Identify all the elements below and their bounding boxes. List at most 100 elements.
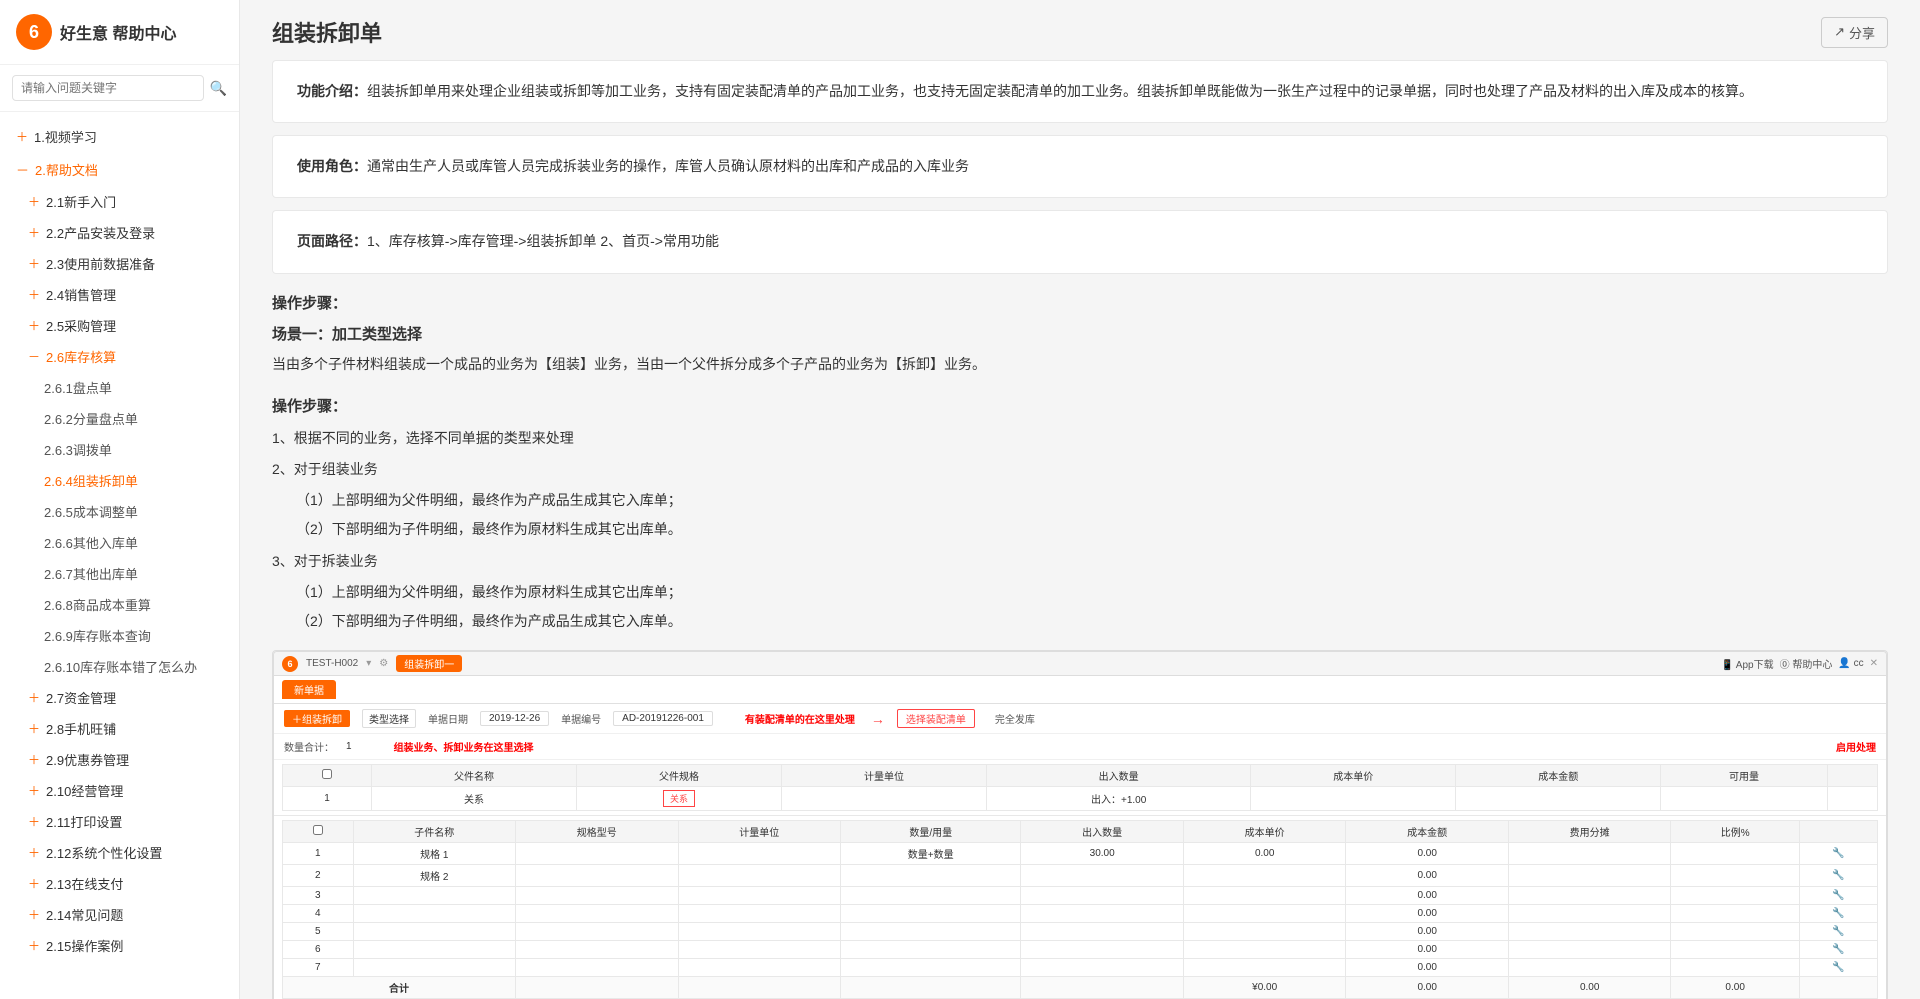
- plus-icon-install: ＋: [28, 224, 40, 241]
- func-intro-text: 功能介绍：组装拆卸单用来处理企业组装或拆卸等加工业务，支持有固定装配清单的产品加…: [297, 79, 1863, 104]
- btn-type-select[interactable]: 类型选择: [362, 709, 416, 728]
- sidebar-leaf-other-out[interactable]: 2.6.7其他出库单: [0, 558, 239, 589]
- sub-table-row: 40.00🔧: [283, 905, 1878, 923]
- form-order-label: 单据编号: [561, 711, 601, 726]
- footer-total-label: 合计: [283, 977, 516, 999]
- path-text: 页面路径：1、库存核算->库存管理->组装拆卸单 2、首页->常用功能: [297, 229, 1863, 254]
- path-content: 1、库存核算->库存管理->组装拆卸单 2、首页->常用功能: [367, 233, 719, 249]
- plus-icon-finance: ＋: [28, 689, 40, 706]
- nav-section-2: － 2.帮助文档 ＋ 2.1新手入门 ＋ 2.2产品安装及登录 ＋ 2.3使用前…: [0, 153, 239, 961]
- share-label: 分享: [1849, 23, 1875, 42]
- footer-val3: 0.00: [1508, 977, 1671, 999]
- sidebar-leaf-cost-recalc[interactable]: 2.6.8商品成本重算: [0, 589, 239, 620]
- plus-icon-coupon: ＋: [28, 751, 40, 768]
- role-card: 使用角色：通常由生产人员或库管人员完成拆装业务的操作，库管人员确认原材料的出库和…: [272, 135, 1888, 198]
- main-content: 功能介绍：组装拆卸单用来处理企业组装或拆卸等加工业务，支持有固定装配清单的产品加…: [240, 60, 1920, 999]
- btn-orange-top[interactable]: 组装拆卸一: [396, 655, 462, 672]
- sidebar-item-payment[interactable]: ＋ 2.13在线支付: [0, 868, 239, 899]
- sidebar-leaf-stocktake[interactable]: 2.6.1盘点单: [0, 372, 239, 403]
- sidebar-item-sales[interactable]: ＋ 2.4销售管理: [0, 279, 239, 310]
- sub-th-name: 子件名称: [353, 821, 516, 843]
- step2-1-text: （1）上部明细为父件明细，最终作为产成品生成其它入库单；: [296, 488, 1888, 513]
- select-all-checkbox[interactable]: [322, 769, 332, 779]
- sidebar-leaf-assembly[interactable]: 2.6.4组装拆卸单: [0, 465, 239, 496]
- topbar-icon1: ⚙: [379, 658, 388, 669]
- sub-table-row: 30.00🔧: [283, 887, 1878, 905]
- footer-val1: ¥0.00: [1183, 977, 1346, 999]
- plus-icon-sales: ＋: [28, 286, 40, 303]
- sidebar-leaf-stock-query[interactable]: 2.6.9库存账本查询: [0, 620, 239, 651]
- plus-icon-faq: ＋: [28, 906, 40, 923]
- parent-table: 父件名称 父件规格 计量单位 出入数量 成本单价 成本金额 可用量: [282, 764, 1878, 811]
- sidebar-item-finance[interactable]: ＋ 2.7资金管理: [0, 682, 239, 713]
- btn-select-bom[interactable]: 选择装配清单: [897, 709, 975, 728]
- row-name: 关系: [371, 787, 576, 811]
- nav-sub-items-docs: ＋ 2.1新手入门 ＋ 2.2产品安装及登录 ＋ 2.3使用前数据准备 ＋ 2.…: [0, 186, 239, 961]
- share-button[interactable]: ↗ 分享: [1821, 17, 1888, 48]
- share-icon: ↗: [1834, 24, 1845, 40]
- sidebar-item-docs[interactable]: － 2.帮助文档: [0, 153, 239, 186]
- scene1-title: 场景一：加工类型选择: [272, 323, 1888, 344]
- main-header: 组装拆卸单 ↗ 分享: [240, 0, 1920, 60]
- th-parent-name: 父件名称: [371, 765, 576, 787]
- sidebar-item-video[interactable]: ＋ 1.视频学习: [0, 120, 239, 153]
- sidebar-item-customize[interactable]: ＋ 2.12系统个性化设置: [0, 837, 239, 868]
- plus-icon-mobile: ＋: [28, 720, 40, 737]
- row-cost-amt: [1456, 787, 1661, 811]
- role-content: 通常由生产人员或库管人员完成拆装业务的操作，库管人员确认原材料的出库和产成品的入…: [367, 158, 969, 174]
- row-spec-input[interactable]: 关系: [663, 790, 695, 807]
- sidebar-item-coupon[interactable]: ＋ 2.9优惠券管理: [0, 744, 239, 775]
- table-footer: 合计 ¥0.00 0.00 0.00 0.00: [283, 977, 1878, 999]
- path-card: 页面路径：1、库存核算->库存管理->组装拆卸单 2、首页->常用功能: [272, 210, 1888, 273]
- footer-val2: 0.00: [1346, 977, 1509, 999]
- sub-select-all[interactable]: [313, 825, 323, 835]
- sub-th-check: [283, 821, 354, 843]
- sidebar-item-mobile[interactable]: ＋ 2.8手机旺铺: [0, 713, 239, 744]
- sidebar-item-install[interactable]: ＋ 2.2产品安装及登录: [0, 217, 239, 248]
- sidebar-item-faq[interactable]: ＋ 2.14常见问题: [0, 899, 239, 930]
- sub-th-action2: [1799, 821, 1877, 843]
- tab-new-order[interactable]: 新单据: [282, 680, 336, 699]
- sidebar-item-inventory[interactable]: － 2.6库存核算: [0, 341, 239, 372]
- search-input[interactable]: [12, 75, 204, 101]
- sidebar-leaf-other-in[interactable]: 2.6.6其他入库单: [0, 527, 239, 558]
- table-row: 1 关系 关系 出入：+1.00: [283, 787, 1878, 811]
- func-intro-label: 功能介绍：: [297, 83, 367, 99]
- sidebar-item-operation[interactable]: ＋ 2.10经营管理: [0, 775, 239, 806]
- plus-icon-customize: ＋: [28, 844, 40, 861]
- sidebar-item-purchase[interactable]: ＋ 2.5采购管理: [0, 310, 239, 341]
- form-qty-val: 1: [346, 741, 352, 752]
- logo-icon: 6: [16, 14, 52, 50]
- btn-add-order[interactable]: ＋组装拆卸: [284, 710, 350, 727]
- form-date-input[interactable]: 2019-12-26: [480, 711, 549, 726]
- sidebar-item-prepare[interactable]: ＋ 2.3使用前数据准备: [0, 248, 239, 279]
- form-order-input[interactable]: AD-20191226-001: [613, 711, 713, 726]
- close-icon[interactable]: ✕: [1870, 658, 1878, 669]
- sidebar-leaf-stock-error[interactable]: 2.6.10库存账本错了怎么办: [0, 651, 239, 682]
- topbar-help: ⓪ 帮助中心: [1780, 656, 1833, 671]
- scene1-desc: 当由多个子件材料组装成一个成品的业务为【组装】业务，当由一个父件拆分成多个子产品…: [272, 352, 1888, 377]
- sidebar-item-print[interactable]: ＋ 2.11打印设置: [0, 806, 239, 837]
- search-area: 🔍: [0, 65, 239, 112]
- th-available: 可用量: [1661, 765, 1827, 787]
- sub-th-cost-amt2: 成本金额: [1346, 821, 1509, 843]
- steps-sub-title: 操作步骤：: [272, 395, 1888, 416]
- dropdown-icon[interactable]: ▾: [366, 658, 371, 669]
- btn-confirm[interactable]: 完全发库: [987, 710, 1043, 727]
- th-cost-price: 成本单价: [1251, 765, 1456, 787]
- th-checkbox: [283, 765, 372, 787]
- sidebar: 6 好生意 帮助中心 🔍 ＋ 1.视频学习 － 2.帮助文档 ＋ 2.1新手入门: [0, 0, 240, 999]
- th-cost-amt: 成本金额: [1456, 765, 1661, 787]
- sidebar-leaf-transfer[interactable]: 2.6.3调拨单: [0, 434, 239, 465]
- sidebar-leaf-partial-stocktake[interactable]: 2.6.2分量盘点单: [0, 403, 239, 434]
- footer-val4: 0.00: [1671, 977, 1799, 999]
- app-icon-small: 6: [282, 656, 298, 672]
- sidebar-item-newbie[interactable]: ＋ 2.1新手入门: [0, 186, 239, 217]
- screenshot-area: 6 TEST-H002 ▾ ⚙ 组装拆卸一 📱 App下载 ⓪ 帮助中心 👤 c…: [272, 650, 1888, 999]
- sidebar-leaf-cost-adjust[interactable]: 2.6.5成本调整单: [0, 496, 239, 527]
- logo-text: 好生意 帮助中心: [60, 20, 176, 44]
- sub-table-row: 70.00🔧: [283, 959, 1878, 977]
- row-unit: [782, 787, 987, 811]
- search-button[interactable]: 🔍: [210, 80, 227, 97]
- sidebar-item-cases[interactable]: ＋ 2.15操作案例: [0, 930, 239, 961]
